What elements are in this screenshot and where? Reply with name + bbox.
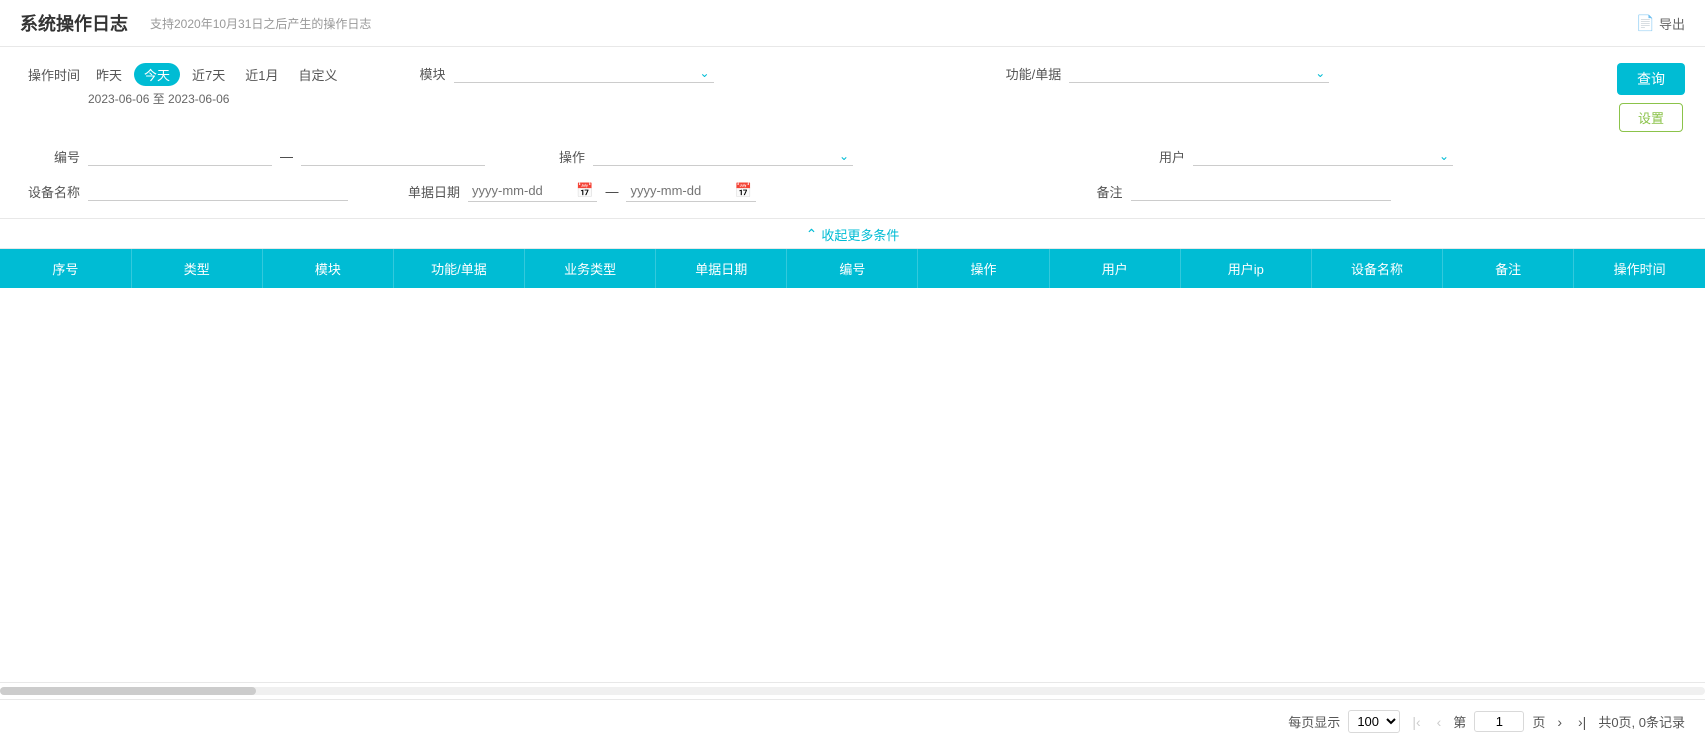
export-label: 导出	[1659, 14, 1685, 33]
page-title: 系统操作日志	[20, 10, 128, 36]
calendar-from-icon[interactable]: 📅	[576, 182, 593, 199]
scroll-thumb[interactable]	[0, 687, 256, 695]
device-input[interactable]	[88, 181, 348, 201]
module-input[interactable]	[458, 65, 696, 80]
date-to-wrap[interactable]: 📅	[626, 180, 755, 202]
table-footer: 每页显示 100 50 200 |‹ ‹ 第 1 页 › ›| 共0页, 0条记…	[0, 699, 1705, 743]
setting-button[interactable]: 设置	[1619, 103, 1683, 132]
function-dropdown[interactable]: ⌄	[1069, 63, 1329, 83]
operation-dropdown[interactable]: ⌄	[593, 146, 853, 166]
table-col-备注: 备注	[1443, 249, 1574, 288]
page-subtitle: 支持2020年10月31日之后产生的操作日志	[150, 15, 371, 32]
table-col-操作: 操作	[918, 249, 1049, 288]
scroll-bar[interactable]	[0, 687, 1705, 695]
operation-input[interactable]	[597, 148, 835, 163]
time-btn-yesterday[interactable]: 昨天	[88, 63, 130, 86]
function-label: 功能/单据	[1001, 64, 1061, 83]
page-size-select[interactable]: 100 50 200	[1348, 710, 1400, 733]
time-btn-7days[interactable]: 近7天	[184, 63, 233, 86]
voucher-date-label: 单据日期	[400, 182, 460, 201]
user-dropdown[interactable]: ⌄	[1193, 146, 1453, 166]
module-label: 模块	[386, 64, 446, 83]
id-dash: —	[280, 149, 293, 164]
remark-input[interactable]	[1131, 181, 1391, 201]
time-btn-custom[interactable]: 自定义	[291, 63, 346, 86]
data-table: 序号类型模块功能/单据业务类型单据日期编号操作用户用户ip设备名称备注操作时间	[0, 249, 1705, 288]
export-button[interactable]: 📄 导出	[1636, 14, 1685, 33]
table-col-类型: 类型	[131, 249, 262, 288]
collapse-icon: ⌃	[806, 226, 818, 243]
user-input[interactable]	[1197, 148, 1435, 163]
collapse-label: 收起更多条件	[821, 225, 899, 244]
time-btn-1month[interactable]: 近1月	[237, 63, 286, 86]
table-col-业务类型: 业务类型	[525, 249, 656, 288]
date-from-wrap[interactable]: 📅	[468, 180, 597, 202]
table-header-row: 序号类型模块功能/单据业务类型单据日期编号操作用户用户ip设备名称备注操作时间	[0, 249, 1705, 288]
empty-area	[0, 342, 1705, 682]
device-label: 设备名称	[20, 182, 80, 201]
query-button[interactable]: 查询	[1617, 63, 1685, 95]
table-col-用户ip: 用户ip	[1180, 249, 1311, 288]
id-label: 编号	[20, 147, 80, 166]
scroll-bar-area[interactable]	[0, 682, 1705, 699]
total-label: 共0页, 0条记录	[1598, 712, 1685, 731]
function-input[interactable]	[1073, 65, 1311, 80]
table-col-操作时间: 操作时间	[1574, 249, 1705, 288]
page-next-button[interactable]: ›	[1553, 712, 1566, 732]
remark-label: 备注	[1063, 182, 1123, 201]
calendar-to-icon[interactable]: 📅	[734, 182, 751, 199]
function-arrow-icon: ⌄	[1315, 66, 1325, 80]
operation-label: 操作	[525, 147, 585, 166]
date-from-input[interactable]	[472, 183, 572, 198]
page-first-button[interactable]: |‹	[1408, 712, 1424, 732]
module-arrow-icon: ⌄	[699, 66, 709, 80]
time-btn-today[interactable]: 今天	[134, 63, 180, 86]
page-size-label: 每页显示	[1288, 712, 1340, 731]
user-arrow-icon: ⌄	[1439, 149, 1449, 163]
table-col-功能/单据: 功能/单据	[393, 249, 524, 288]
table-col-模块: 模块	[262, 249, 393, 288]
page-last-button[interactable]: ›|	[1574, 712, 1590, 732]
table-col-单据日期: 单据日期	[656, 249, 787, 288]
table-col-用户: 用户	[1049, 249, 1180, 288]
table-col-编号: 编号	[787, 249, 918, 288]
user-label: 用户	[1125, 147, 1185, 166]
page-number-input[interactable]: 1	[1474, 711, 1524, 732]
table-col-设备名称: 设备名称	[1311, 249, 1442, 288]
table-col-序号: 序号	[0, 249, 131, 288]
page-label: 第	[1453, 712, 1466, 731]
date-to-input[interactable]	[630, 183, 730, 198]
module-dropdown[interactable]: ⌄	[454, 63, 714, 83]
export-icon: 📄	[1636, 14, 1655, 32]
page-end-label: 页	[1532, 712, 1545, 731]
page-prev-button[interactable]: ‹	[1433, 712, 1446, 732]
time-range: 2023-06-06 至 2023-06-06	[88, 90, 346, 107]
id-from-input[interactable]	[88, 146, 272, 166]
time-label: 操作时间	[20, 63, 80, 84]
id-to-input[interactable]	[301, 146, 485, 166]
operation-arrow-icon: ⌄	[839, 149, 849, 163]
date-dash: —	[605, 184, 618, 199]
collapse-button[interactable]: ⌃ 收起更多条件	[806, 225, 900, 244]
